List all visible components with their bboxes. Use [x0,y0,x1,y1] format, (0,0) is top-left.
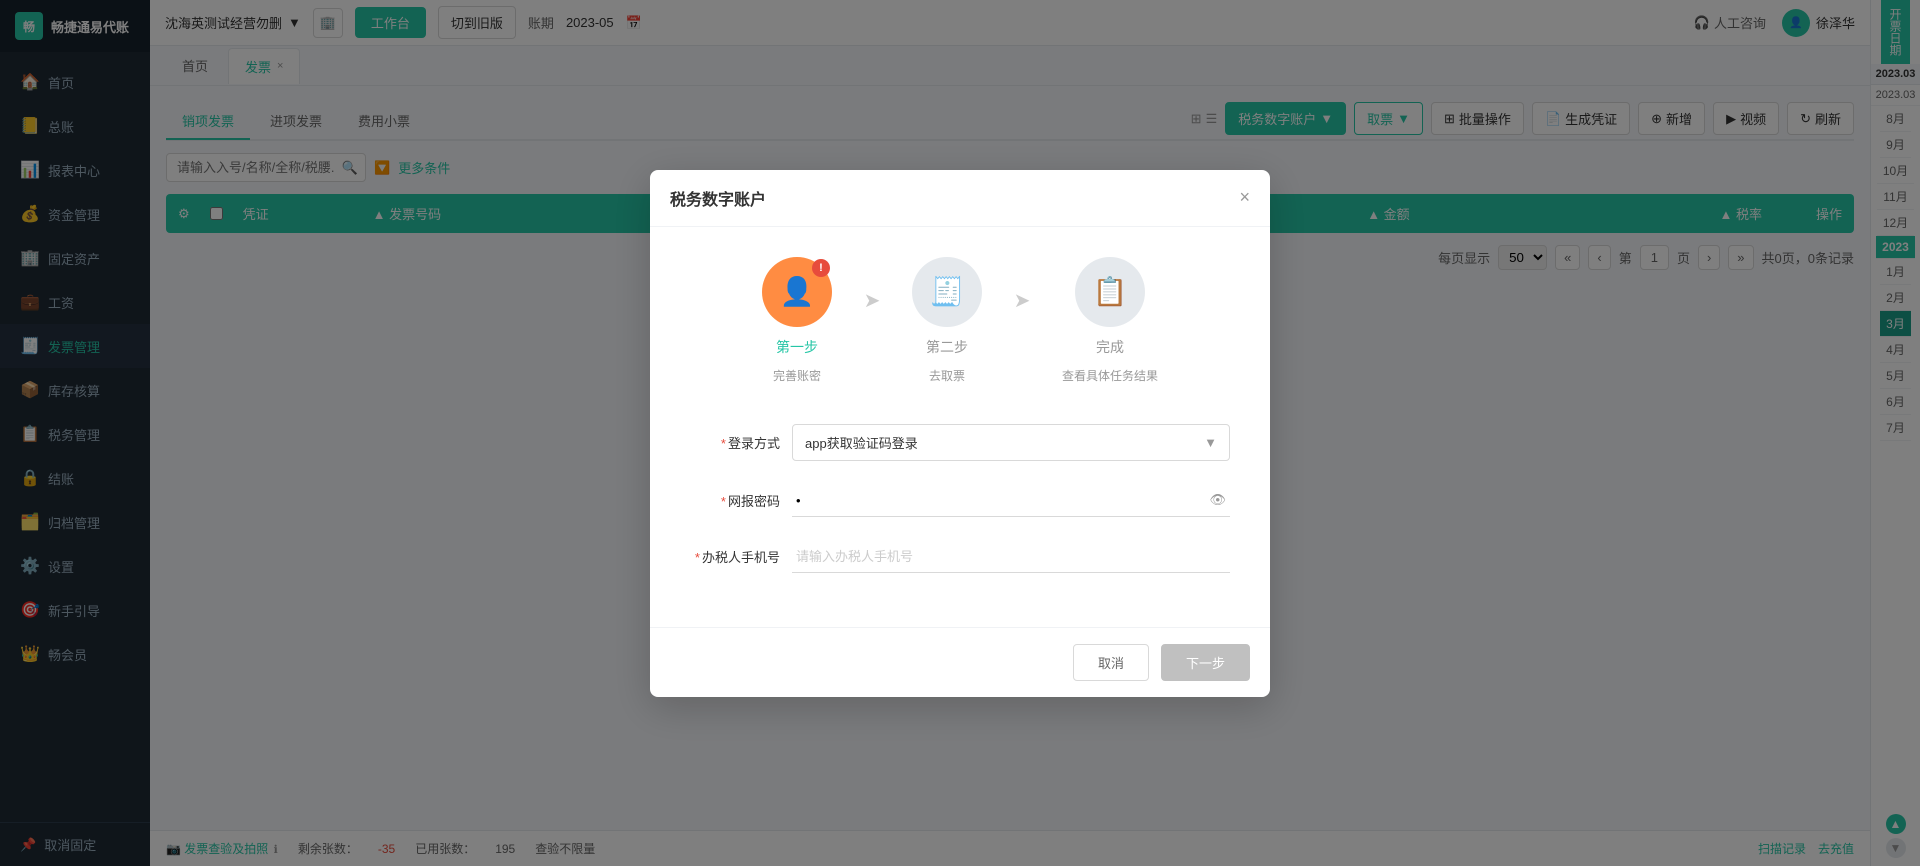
dialog-header: 税务数字账户 × [650,170,1270,227]
tax-digital-account-dialog: 税务数字账户 × 👤 ! 第一步 完善账密 ➤ [650,170,1270,697]
phone-input[interactable] [792,541,1230,573]
step-3-desc: 查看具体任务结果 [1062,367,1158,384]
step-2-circle: 🧾 [912,257,982,327]
step-2-icon: 🧾 [930,275,965,308]
step-arrow-2: ➤ [982,288,1062,313]
step-2-desc: 去取票 [929,367,965,384]
phone-control [792,541,1230,573]
cancel-button[interactable]: 取消 [1073,644,1149,681]
toggle-password-icon[interactable]: 👁 [1205,488,1230,512]
login-method-field: 登录方式 app获取验证码登录 ▼ [690,424,1230,461]
step-3-icon: 📋 [1093,275,1128,308]
login-method-label: 登录方式 [690,433,780,452]
password-control: 👁 [792,485,1230,517]
modal-overlay: 税务数字账户 × 👤 ! 第一步 完善账密 ➤ [0,0,1920,866]
phone-label: 办税人手机号 [690,547,780,566]
step-2-label: 第二步 [926,337,968,357]
phone-field: 办税人手机号 [690,541,1230,573]
step-1-badge: ! [812,259,830,277]
password-label: 网报密码 [690,491,780,510]
steps-indicator: 👤 ! 第一步 完善账密 ➤ 🧾 第二步 去取票 [690,257,1230,384]
password-input-wrapper: 👁 [792,485,1230,517]
step-2: 🧾 第二步 去取票 [912,257,982,384]
step-1-desc: 完善账密 [773,367,821,384]
step-3: 📋 完成 查看具体任务结果 [1062,257,1158,384]
password-input[interactable] [792,485,1205,516]
dialog-title: 税务数字账户 [670,186,766,210]
dialog-body: 👤 ! 第一步 完善账密 ➤ 🧾 第二步 去取票 [650,227,1270,627]
select-arrow-icon: ▼ [1204,435,1217,450]
step-3-label: 完成 [1096,337,1124,357]
step-1: 👤 ! 第一步 完善账密 [762,257,832,384]
dialog-footer: 取消 下一步 [650,627,1270,697]
step-3-circle: 📋 [1075,257,1145,327]
step-arrow-1: ➤ [832,288,912,313]
login-method-control: app获取验证码登录 ▼ [792,424,1230,461]
login-method-value: app获取验证码登录 [805,433,1204,452]
login-method-select[interactable]: app获取验证码登录 ▼ [792,424,1230,461]
step-1-circle: 👤 ! [762,257,832,327]
password-field: 网报密码 👁 [690,485,1230,517]
next-step-button[interactable]: 下一步 [1161,644,1250,681]
dialog-close-button[interactable]: × [1239,187,1250,208]
step-1-icon: 👤 [780,275,815,308]
step-1-label: 第一步 [776,337,818,357]
